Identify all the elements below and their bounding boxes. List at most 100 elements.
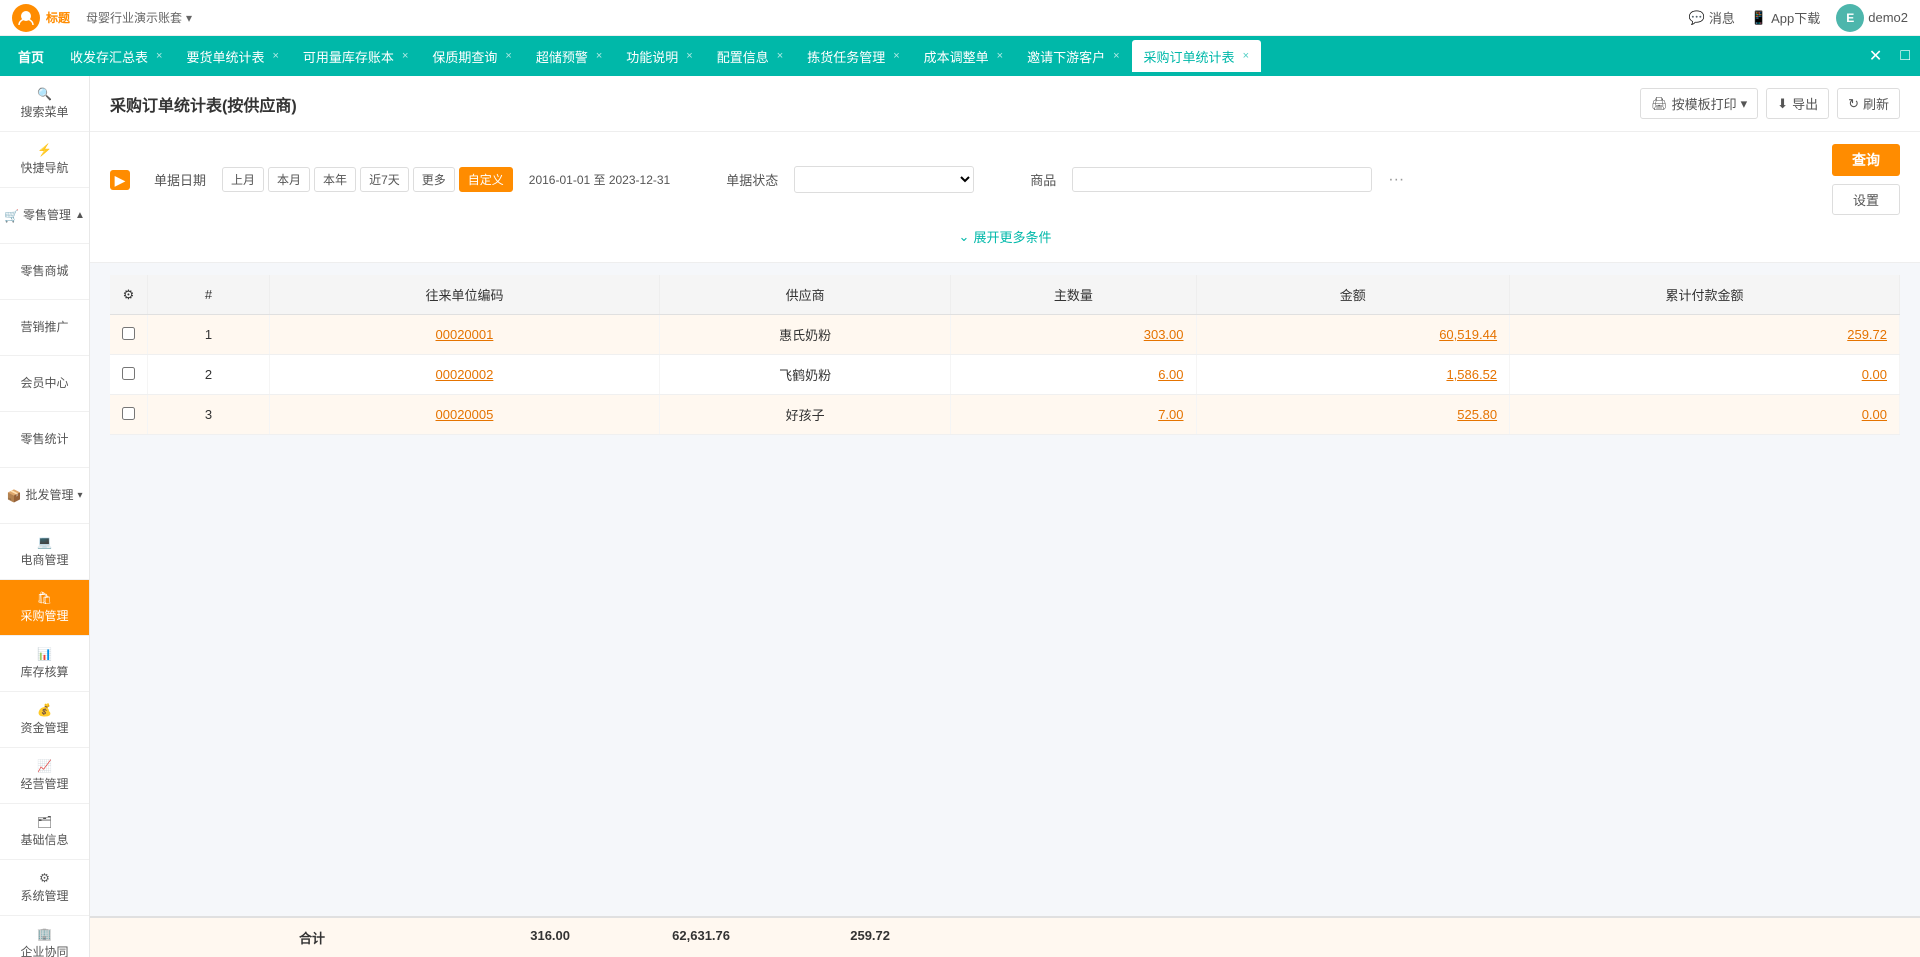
tab-shoufafahui[interactable]: 收发存汇总表 ×	[58, 40, 174, 72]
sidebar-item-batch[interactable]: 📦 批发管理 ▾	[0, 468, 89, 524]
sidebar-item-purchase[interactable]: 🛍 采购管理	[0, 580, 89, 636]
row-supplier: 飞鹤奶粉	[659, 355, 950, 395]
row-qty[interactable]: 7.00	[951, 395, 1196, 435]
setting-btn[interactable]: 设置	[1832, 184, 1900, 215]
filter-row-2: ⌄ 展开更多条件	[110, 223, 1900, 250]
sidebar-item-marketing[interactable]: 营销推广	[0, 300, 89, 356]
workspace-selector[interactable]: 母婴行业演示账套 ▾	[78, 9, 200, 26]
table-footer: 合计 316.00 62,631.76 259.72	[90, 916, 1920, 957]
row-paid[interactable]: 0.00	[1510, 395, 1900, 435]
date-btn-7days[interactable]: 近7天	[360, 167, 409, 192]
date-btn-this-month[interactable]: 本月	[268, 167, 310, 192]
tab-gongneng[interactable]: 功能说明 ×	[614, 40, 704, 72]
sidebar-search-label: 搜索菜单	[20, 105, 68, 121]
row-amount[interactable]: 525.80	[1196, 395, 1510, 435]
user-initial: E	[1846, 11, 1854, 25]
tab-caigou-close[interactable]: ×	[1243, 50, 1249, 62]
app-label: App下载	[1771, 8, 1820, 27]
row-amount[interactable]: 60,519.44	[1196, 315, 1510, 355]
sidebar-item-enterprise[interactable]: 🏢 企业协同	[0, 916, 89, 957]
tab-tuohuo[interactable]: 拣货任务管理 ×	[795, 40, 911, 72]
app-download-btn[interactable]: 📱 App下载	[1751, 8, 1820, 27]
sidebar-item-retailstat[interactable]: 零售统计	[0, 412, 89, 468]
tab-shoufafahui-label: 收发存汇总表	[70, 47, 148, 66]
date-btn-this-year[interactable]: 本年	[314, 167, 356, 192]
tab-chengben-close[interactable]: ×	[997, 50, 1003, 62]
sidebar-item-system[interactable]: ⚙ 系统管理	[0, 860, 89, 916]
table-row: 2 00020002 飞鹤奶粉 6.00 1,586.52 0.00	[110, 355, 1900, 395]
row-qty[interactable]: 303.00	[951, 315, 1196, 355]
tab-baobao-close[interactable]: ×	[505, 50, 511, 62]
tab-shoufafahui-close[interactable]: ×	[156, 50, 162, 62]
more-filters-icon[interactable]: ···	[1388, 171, 1404, 189]
expand-icon: ⌄	[959, 229, 970, 245]
date-btn-custom[interactable]: 自定义	[459, 167, 513, 192]
tab-chuchuyujing[interactable]: 超储预警 ×	[524, 40, 614, 72]
expand-filter-btn[interactable]: ⌄ 展开更多条件	[959, 223, 1052, 250]
sidebar-item-operation[interactable]: 📈 经营管理	[0, 748, 89, 804]
page-title: 采购订单统计表(按供应商)	[110, 92, 297, 128]
tab-home[interactable]: 首页	[4, 40, 58, 72]
sidebar-item-retail[interactable]: 🛒 零售管理 ▲	[0, 188, 89, 244]
tab-yaoqing[interactable]: 邀请下游客户 ×	[1015, 40, 1131, 72]
row-check[interactable]	[110, 395, 148, 435]
tab-peizhi-close[interactable]: ×	[777, 50, 783, 62]
row-code[interactable]: 00020001	[270, 315, 660, 355]
footer-amount: 62,631.76	[582, 918, 742, 957]
tab-peizhi[interactable]: 配置信息 ×	[705, 40, 795, 72]
sidebar-item-retailshop[interactable]: 零售商城	[0, 244, 89, 300]
sidebar: 🔍 搜索菜单 ⚡ 快捷导航 🛒 零售管理 ▲ 零售商城 营销推广 会员中心 零售…	[0, 76, 90, 957]
sidebar-item-finance[interactable]: 💰 资金管理	[0, 692, 89, 748]
tab-yaoqing-close[interactable]: ×	[1113, 50, 1119, 62]
table-row: 1 00020001 惠氏奶粉 303.00 60,519.44 259.72	[110, 315, 1900, 355]
tab-close-all-btn[interactable]: ✕	[1863, 44, 1888, 68]
table-row: 3 00020005 好孩子 7.00 525.80 0.00	[110, 395, 1900, 435]
tab-keyong-close[interactable]: ×	[402, 50, 408, 62]
sidebar-item-ecommerce[interactable]: 💻 电商管理	[0, 524, 89, 580]
tab-chengben[interactable]: 成本调整单 ×	[912, 40, 1015, 72]
row-supplier: 好孩子	[659, 395, 950, 435]
sidebar-item-basic[interactable]: 🗂 基础信息	[0, 804, 89, 860]
date-btn-last-month[interactable]: 上月	[222, 167, 264, 192]
row-seq: 2	[148, 355, 270, 395]
row-check[interactable]	[110, 355, 148, 395]
tab-yaohuo[interactable]: 要货单统计表 ×	[174, 40, 290, 72]
sidebar-item-member[interactable]: 会员中心	[0, 356, 89, 412]
sidebar-item-search[interactable]: 🔍 搜索菜单	[0, 76, 89, 132]
tab-caigou[interactable]: 采购订单统计表 ×	[1132, 40, 1261, 72]
row-code[interactable]: 00020005	[270, 395, 660, 435]
workspace-arrow-icon: ▾	[186, 11, 192, 25]
data-table: ⚙ # 往来单位编码 供应商 主数量 金额 累计付款金额 1 00020001	[110, 275, 1900, 435]
print-btn[interactable]: 🖨 按模板打印 ▾	[1640, 88, 1758, 119]
status-filter-select[interactable]	[794, 166, 974, 193]
print-icon: 🖨	[1651, 96, 1668, 112]
user-name: demo2	[1868, 10, 1908, 25]
row-qty[interactable]: 6.00	[951, 355, 1196, 395]
date-btn-more[interactable]: 更多	[413, 167, 455, 192]
goods-filter-input[interactable]	[1072, 167, 1372, 192]
batch-icon: 📦	[7, 489, 22, 503]
tab-tuohuo-close[interactable]: ×	[893, 50, 899, 62]
tab-maximize-btn[interactable]: □	[1894, 45, 1916, 67]
row-seq: 3	[148, 395, 270, 435]
sidebar-item-quicknav[interactable]: ⚡ 快捷导航	[0, 132, 89, 188]
tab-chuchuyujing-close[interactable]: ×	[596, 50, 602, 62]
user-menu[interactable]: E demo2	[1836, 4, 1908, 32]
row-code[interactable]: 00020002	[270, 355, 660, 395]
export-btn[interactable]: ⬇ 导出	[1766, 88, 1829, 119]
tab-keyong[interactable]: 可用量库存账本 ×	[291, 40, 420, 72]
table-col-gear[interactable]: ⚙	[110, 275, 148, 315]
tab-baobao[interactable]: 保质期查询 ×	[420, 40, 523, 72]
tab-yaohuo-close[interactable]: ×	[272, 50, 278, 62]
sidebar-inventory-label: 库存核算	[20, 665, 68, 681]
refresh-btn[interactable]: ↻ 刷新	[1837, 88, 1900, 119]
query-btn[interactable]: 查询	[1832, 144, 1900, 176]
row-amount[interactable]: 1,586.52	[1196, 355, 1510, 395]
row-paid[interactable]: 0.00	[1510, 355, 1900, 395]
tab-gongneng-close[interactable]: ×	[686, 50, 692, 62]
row-paid[interactable]: 259.72	[1510, 315, 1900, 355]
filter-toggle-btn[interactable]: ▶	[110, 170, 130, 190]
row-check[interactable]	[110, 315, 148, 355]
message-btn[interactable]: 💬 消息	[1689, 8, 1735, 27]
sidebar-item-inventory[interactable]: 📊 库存核算	[0, 636, 89, 692]
